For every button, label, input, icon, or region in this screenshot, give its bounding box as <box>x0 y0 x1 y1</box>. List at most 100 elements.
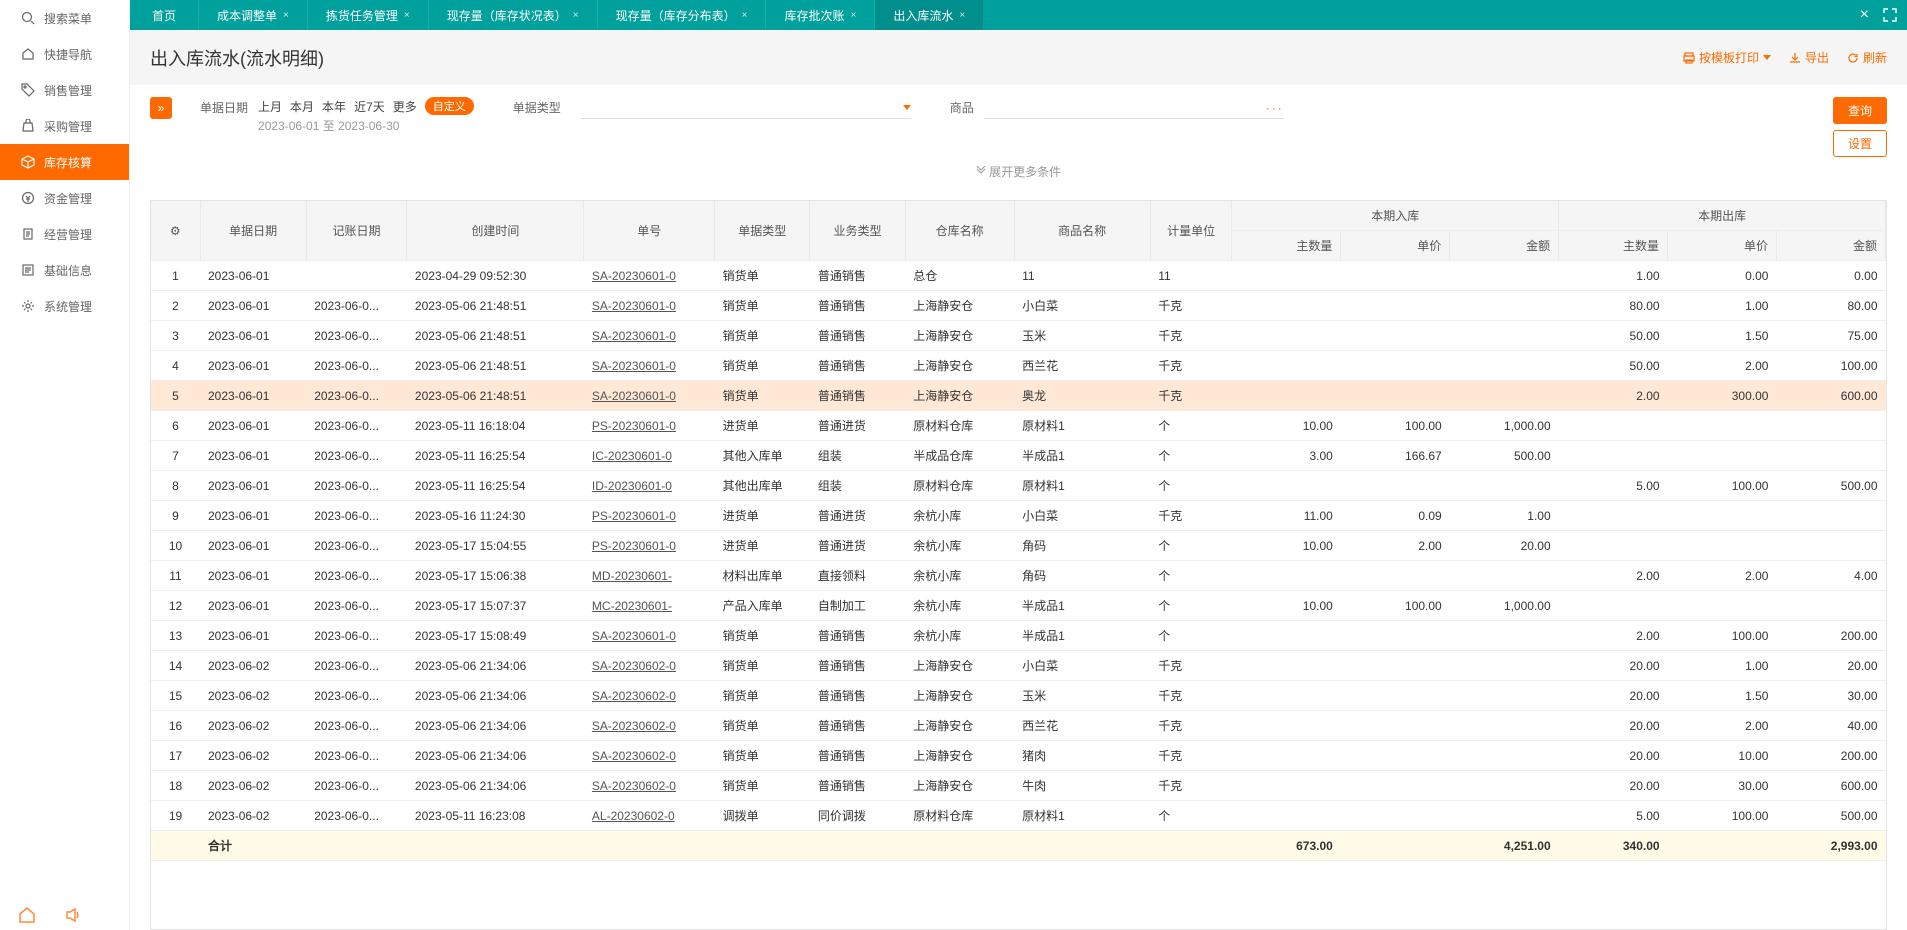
tab-label: 首页 <box>152 7 176 24</box>
table-row[interactable]: 32023-06-012023-06-0...2023-05-06 21:48:… <box>151 321 1886 351</box>
collapse-filters-button[interactable]: » <box>150 97 172 119</box>
doc-no-link[interactable]: PS-20230601-0 <box>592 539 676 553</box>
col-in-price[interactable]: 单价 <box>1341 231 1450 261</box>
table-row[interactable]: 122023-06-012023-06-0...2023-05-17 15:07… <box>151 591 1886 621</box>
col-biz-type[interactable]: 业务类型 <box>810 201 905 261</box>
table-row[interactable]: 112023-06-012023-06-0...2023-05-17 15:06… <box>151 561 1886 591</box>
col-uom[interactable]: 计量单位 <box>1150 201 1232 261</box>
doc-no-link[interactable]: ID-20230601-0 <box>592 479 672 493</box>
table-row[interactable]: 132023-06-012023-06-0...2023-05-17 15:08… <box>151 621 1886 651</box>
close-tab-icon[interactable]: × <box>1860 6 1869 24</box>
table-row[interactable]: 162023-06-022023-06-0...2023-05-06 21:34… <box>151 711 1886 741</box>
date-opt[interactable]: 本年 <box>322 98 346 115</box>
table-settings-icon[interactable]: ⚙ <box>151 201 200 261</box>
footer-sound-icon[interactable] <box>64 906 82 924</box>
col-create-time[interactable]: 创建时间 <box>407 201 584 261</box>
tab-4[interactable]: 现存量（库存分布表）× <box>598 0 767 30</box>
search-button[interactable]: 查询 <box>1833 97 1887 124</box>
sidebar-item-8[interactable]: 系统管理 <box>0 288 129 324</box>
col-out-qty[interactable]: 主数量 <box>1559 231 1668 261</box>
table-row[interactable]: 192023-06-022023-06-0...2023-05-11 16:23… <box>151 801 1886 831</box>
sidebar-item-label: 基础信息 <box>44 262 92 279</box>
doc-no-link[interactable]: IC-20230601-0 <box>592 449 672 463</box>
tab-1[interactable]: 成本调整单 × <box>199 0 308 30</box>
close-icon[interactable]: × <box>850 10 856 21</box>
col-doc-no[interactable]: 单号 <box>584 201 715 261</box>
doc-no-link[interactable]: SA-20230602-0 <box>592 779 676 793</box>
date-opt[interactable]: 近7天 <box>354 98 385 115</box>
close-icon[interactable]: × <box>959 10 965 21</box>
doc-no-link[interactable]: AL-20230602-0 <box>592 809 675 823</box>
doc-no-link[interactable]: SA-20230601-0 <box>592 629 676 643</box>
tab-3[interactable]: 现存量（库存状况表）× <box>429 0 598 30</box>
table-row[interactable]: 22023-06-012023-06-0...2023-05-06 21:48:… <box>151 291 1886 321</box>
col-out-price[interactable]: 单价 <box>1668 231 1777 261</box>
doc-no-link[interactable]: SA-20230601-0 <box>592 329 676 343</box>
sidebar-item-3[interactable]: 采购管理 <box>0 108 129 144</box>
close-icon[interactable]: × <box>573 10 579 21</box>
doc-no-link[interactable]: SA-20230602-0 <box>592 719 676 733</box>
col-group-in: 本期入库 <box>1232 201 1559 231</box>
doc-no-link[interactable]: SA-20230601-0 <box>592 299 676 313</box>
sidebar-item-2[interactable]: 销售管理 <box>0 72 129 108</box>
table-row[interactable]: 182023-06-022023-06-0...2023-05-06 21:34… <box>151 771 1886 801</box>
export-button[interactable]: 导出 <box>1789 49 1829 66</box>
table-row[interactable]: 72023-06-012023-06-0...2023-05-11 16:25:… <box>151 441 1886 471</box>
footer-home-icon[interactable] <box>18 906 36 924</box>
tab-6[interactable]: 出入库流水× <box>875 0 984 30</box>
print-button[interactable]: 按模板打印 <box>1683 49 1771 66</box>
date-opt[interactable]: 本月 <box>290 98 314 115</box>
expand-more-filters[interactable]: 展开更多条件 <box>130 157 1907 190</box>
tab-5[interactable]: 库存批次账× <box>766 0 875 30</box>
refresh-button[interactable]: 刷新 <box>1847 49 1887 66</box>
product-input[interactable]: ··· <box>984 97 1284 119</box>
date-opt[interactable]: 上月 <box>258 98 282 115</box>
table-row[interactable]: 142023-06-022023-06-0...2023-05-06 21:34… <box>151 651 1886 681</box>
doc-no-link[interactable]: MC-20230601- <box>592 599 672 613</box>
sidebar-item-6[interactable]: 经营管理 <box>0 216 129 252</box>
sidebar-item-7[interactable]: 基础信息 <box>0 252 129 288</box>
doc-no-link[interactable]: SA-20230601-0 <box>592 269 676 283</box>
date-custom-pill[interactable]: 自定义 <box>425 97 474 115</box>
doc-no-link[interactable]: SA-20230601-0 <box>592 389 676 403</box>
doc-no-link[interactable]: SA-20230601-0 <box>592 359 676 373</box>
table-row[interactable]: 92023-06-012023-06-0...2023-05-16 11:24:… <box>151 501 1886 531</box>
table-row[interactable]: 52023-06-012023-06-0...2023-05-06 21:48:… <box>151 381 1886 411</box>
col-warehouse[interactable]: 仓库名称 <box>905 201 1014 261</box>
col-doc-type[interactable]: 单据类型 <box>715 201 810 261</box>
doc-no-link[interactable]: SA-20230602-0 <box>592 689 676 703</box>
col-in-amount[interactable]: 金额 <box>1450 231 1559 261</box>
sidebar-item-0[interactable]: 搜索菜单 <box>0 0 129 36</box>
close-icon[interactable]: × <box>742 10 748 21</box>
doc-no-link[interactable]: MD-20230601- <box>592 569 672 583</box>
table-row[interactable]: 12023-06-012023-04-29 09:52:30SA-2023060… <box>151 261 1886 291</box>
settings-button[interactable]: 设置 <box>1833 130 1887 157</box>
date-opt[interactable]: 更多 <box>393 98 417 115</box>
table-row[interactable]: 82023-06-012023-06-0...2023-05-11 16:25:… <box>151 471 1886 501</box>
col-doc-date[interactable]: 单据日期 <box>200 201 306 261</box>
tab-label: 成本调整单 <box>217 7 277 24</box>
col-in-qty[interactable]: 主数量 <box>1232 231 1341 261</box>
table-row[interactable]: 152023-06-022023-06-0...2023-05-06 21:34… <box>151 681 1886 711</box>
sidebar-item-4[interactable]: 库存核算 <box>0 144 129 180</box>
sidebar-item-5[interactable]: 资金管理 <box>0 180 129 216</box>
col-out-amount[interactable]: 金额 <box>1776 231 1885 261</box>
doc-no-link[interactable]: SA-20230602-0 <box>592 659 676 673</box>
table-row[interactable]: 172023-06-022023-06-0...2023-05-06 21:34… <box>151 741 1886 771</box>
doc-no-link[interactable]: PS-20230601-0 <box>592 509 676 523</box>
report-table: ⚙ 单据日期 记账日期 创建时间 单号 单据类型 业务类型 仓库名称 商品名称 … <box>151 201 1886 861</box>
close-icon[interactable]: × <box>283 10 289 21</box>
doc-no-link[interactable]: PS-20230601-0 <box>592 419 676 433</box>
table-row[interactable]: 42023-06-012023-06-0...2023-05-06 21:48:… <box>151 351 1886 381</box>
tab-2[interactable]: 拣货任务管理× <box>308 0 429 30</box>
doctype-dropdown[interactable] <box>581 97 911 119</box>
close-icon[interactable]: × <box>404 10 410 21</box>
table-row[interactable]: 102023-06-012023-06-0...2023-05-17 15:04… <box>151 531 1886 561</box>
sidebar-item-1[interactable]: 快捷导航 <box>0 36 129 72</box>
doc-no-link[interactable]: SA-20230602-0 <box>592 749 676 763</box>
table-row[interactable]: 62023-06-012023-06-0...2023-05-11 16:18:… <box>151 411 1886 441</box>
fullscreen-icon[interactable] <box>1883 8 1897 22</box>
tab-0[interactable]: 首页 <box>130 0 199 30</box>
col-book-date[interactable]: 记账日期 <box>306 201 407 261</box>
col-product[interactable]: 商品名称 <box>1014 201 1150 261</box>
